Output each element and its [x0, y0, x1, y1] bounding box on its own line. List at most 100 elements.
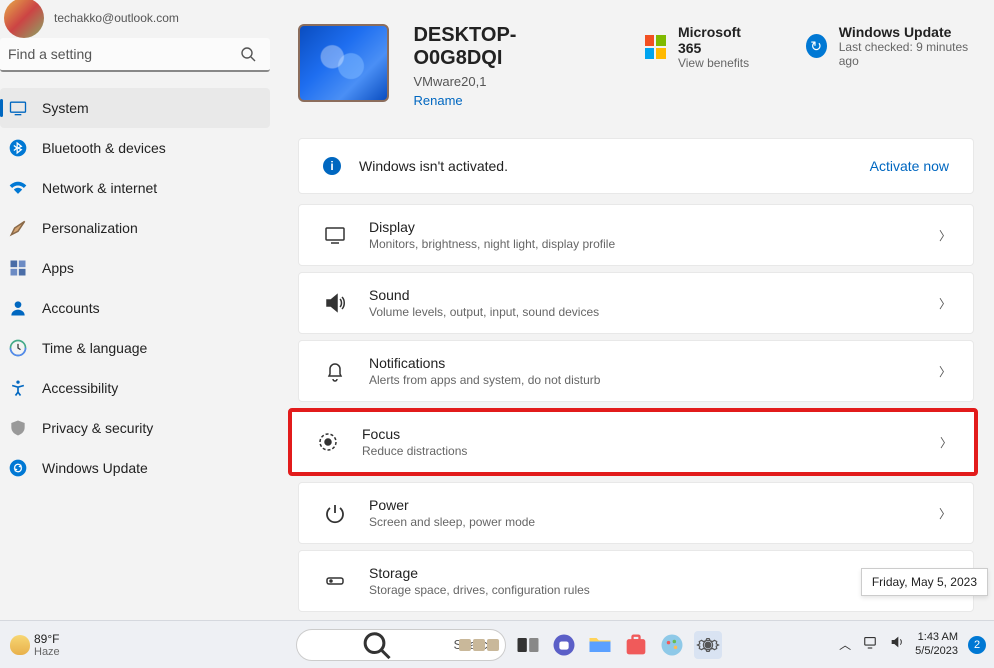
weather-temp: 89°F: [34, 632, 60, 646]
setting-title: Display: [369, 219, 615, 235]
paint-icon[interactable]: [658, 631, 686, 659]
sidebar-item-label: Privacy & security: [42, 420, 153, 436]
setting-notifications[interactable]: Notifications Alerts from apps and system…: [298, 340, 974, 402]
notification-badge[interactable]: 2: [968, 636, 986, 654]
update-icon: ↻: [806, 34, 827, 58]
sidebar-item-privacy-security[interactable]: Privacy & security: [0, 408, 270, 448]
microsoft-store-icon[interactable]: [622, 631, 650, 659]
search-icon: [240, 46, 256, 67]
user-info: techakko@outlook.com: [0, 0, 179, 38]
sidebar-item-windows-update[interactable]: Windows Update: [0, 448, 270, 488]
focus-icon: [316, 430, 340, 454]
settings-list: Display Monitors, brightness, night light…: [298, 204, 974, 612]
clock[interactable]: 1:43 AM 5/5/2023: [915, 631, 958, 659]
setting-desc: Alerts from apps and system, do not dist…: [369, 373, 600, 387]
setting-desc: Screen and sleep, power mode: [369, 515, 535, 529]
display-icon: [323, 223, 347, 247]
notifications-icon: [323, 359, 347, 383]
clock-time: 1:43 AM: [915, 631, 958, 645]
sidebar-item-label: Accessibility: [42, 380, 118, 396]
power-icon: [323, 501, 347, 525]
main-content: DESKTOP-O0G8DQI VMware20,1 Rename Micros…: [298, 24, 974, 612]
chevron-right-icon: 〉: [939, 227, 951, 244]
sound-icon: [323, 291, 347, 315]
teams-icon[interactable]: [550, 631, 578, 659]
activation-alert: i Windows isn't activated. Activate now: [298, 138, 974, 194]
setting-desc: Storage space, drives, configuration rul…: [369, 583, 590, 597]
search-container: [0, 38, 270, 72]
setting-display[interactable]: Display Monitors, brightness, night light…: [298, 204, 974, 266]
shield-icon: [8, 418, 28, 438]
setting-title: Sound: [369, 287, 599, 303]
settings-icon[interactable]: [694, 631, 722, 659]
sidebar: System Bluetooth & devices Network & inter…: [0, 38, 270, 488]
avatar[interactable]: [4, 0, 44, 38]
user-email: techakko@outlook.com: [54, 11, 179, 25]
sidebar-item-bluetooth-devices[interactable]: Bluetooth & devices: [0, 128, 270, 168]
clock-icon: [8, 338, 28, 358]
sidebar-item-time-language[interactable]: Time & language: [0, 328, 270, 368]
setting-desc: Monitors, brightness, night light, displ…: [369, 237, 615, 251]
sidebar-item-label: Bluetooth & devices: [42, 140, 166, 156]
windows-update-card[interactable]: ↻ Windows Update Last checked: 9 minutes…: [806, 24, 975, 68]
ms365-title: Microsoft 365: [678, 24, 758, 56]
ms365-card[interactable]: Microsoft 365 View benefits: [645, 24, 758, 70]
setting-title: Notifications: [369, 355, 600, 371]
sidebar-item-accounts[interactable]: Accounts: [0, 288, 270, 328]
setting-title: Power: [369, 497, 535, 513]
task-view-button[interactable]: [514, 631, 542, 659]
taskbar-search[interactable]: Search: [296, 629, 506, 661]
device-info: DESKTOP-O0G8DQI VMware20,1 Rename: [413, 24, 584, 108]
sidebar-item-apps[interactable]: Apps: [0, 248, 270, 288]
activate-now-button[interactable]: Activate now: [870, 158, 949, 174]
sidebar-item-label: Time & language: [42, 340, 147, 356]
setting-power[interactable]: PowerScreen and sleep, power mode〉: [298, 482, 974, 544]
start-button[interactable]: [260, 631, 288, 659]
sidebar-item-system[interactable]: System: [0, 88, 270, 128]
nav-list: System Bluetooth & devices Network & inter…: [0, 88, 270, 488]
wu-title: Windows Update: [839, 24, 974, 40]
sidebar-item-label: Personalization: [42, 220, 138, 236]
system-tray: ︿ 1:43 AM 5/5/2023 2: [839, 631, 986, 659]
weather-widget[interactable]: 89°F Haze: [0, 632, 60, 658]
chevron-right-icon: 〉: [940, 434, 952, 451]
weather-cond: Haze: [34, 646, 60, 658]
brush-icon: [8, 218, 28, 238]
sidebar-item-label: Network & internet: [42, 180, 157, 196]
search-input[interactable]: [0, 38, 270, 72]
date-tooltip: Friday, May 5, 2023: [861, 568, 988, 596]
taskbar-center: Search: [260, 629, 722, 661]
bluetooth-icon: [8, 138, 28, 158]
sidebar-item-accessibility[interactable]: Accessibility: [0, 368, 270, 408]
setting-desc: Reduce distractions: [362, 444, 467, 458]
ms365-sub: View benefits: [678, 56, 758, 70]
clock-date: 5/5/2023: [915, 645, 958, 659]
setting-sound[interactable]: Sound Volume levels, output, input, sound…: [298, 272, 974, 334]
wifi-icon: [8, 178, 28, 198]
taskbar: 89°F Haze Search ︿ 1:43 AM 5/5/2023 2: [0, 620, 994, 668]
search-highlights-icon: [459, 639, 499, 651]
sun-icon: [10, 635, 30, 655]
wu-sub: Last checked: 9 minutes ago: [839, 40, 974, 68]
volume-icon[interactable]: [889, 634, 905, 655]
sidebar-item-label: System: [42, 100, 89, 116]
sidebar-item-network-internet[interactable]: Network & internet: [0, 168, 270, 208]
file-explorer-icon[interactable]: [586, 631, 614, 659]
info-icon: i: [323, 157, 341, 175]
chevron-right-icon: 〉: [939, 295, 951, 312]
account-icon: [8, 298, 28, 318]
chevron-right-icon: 〉: [939, 363, 951, 380]
tray-chevron-icon[interactable]: ︿: [839, 636, 851, 653]
desktop-wallpaper-thumb: [298, 24, 389, 102]
sidebar-item-personalization[interactable]: Personalization: [0, 208, 270, 248]
setting-focus[interactable]: Focus Reduce distractions 〉: [288, 408, 978, 476]
update-icon: [8, 458, 28, 478]
rename-button[interactable]: Rename: [413, 93, 584, 108]
setting-desc: Volume levels, output, input, sound devi…: [369, 305, 599, 319]
network-icon[interactable]: [861, 633, 879, 656]
microsoft-logo-icon: [645, 35, 666, 59]
accessibility-icon: [8, 378, 28, 398]
system-icon: [8, 98, 28, 118]
setting-title: Focus: [362, 426, 467, 442]
setting-title: Storage: [369, 565, 590, 581]
